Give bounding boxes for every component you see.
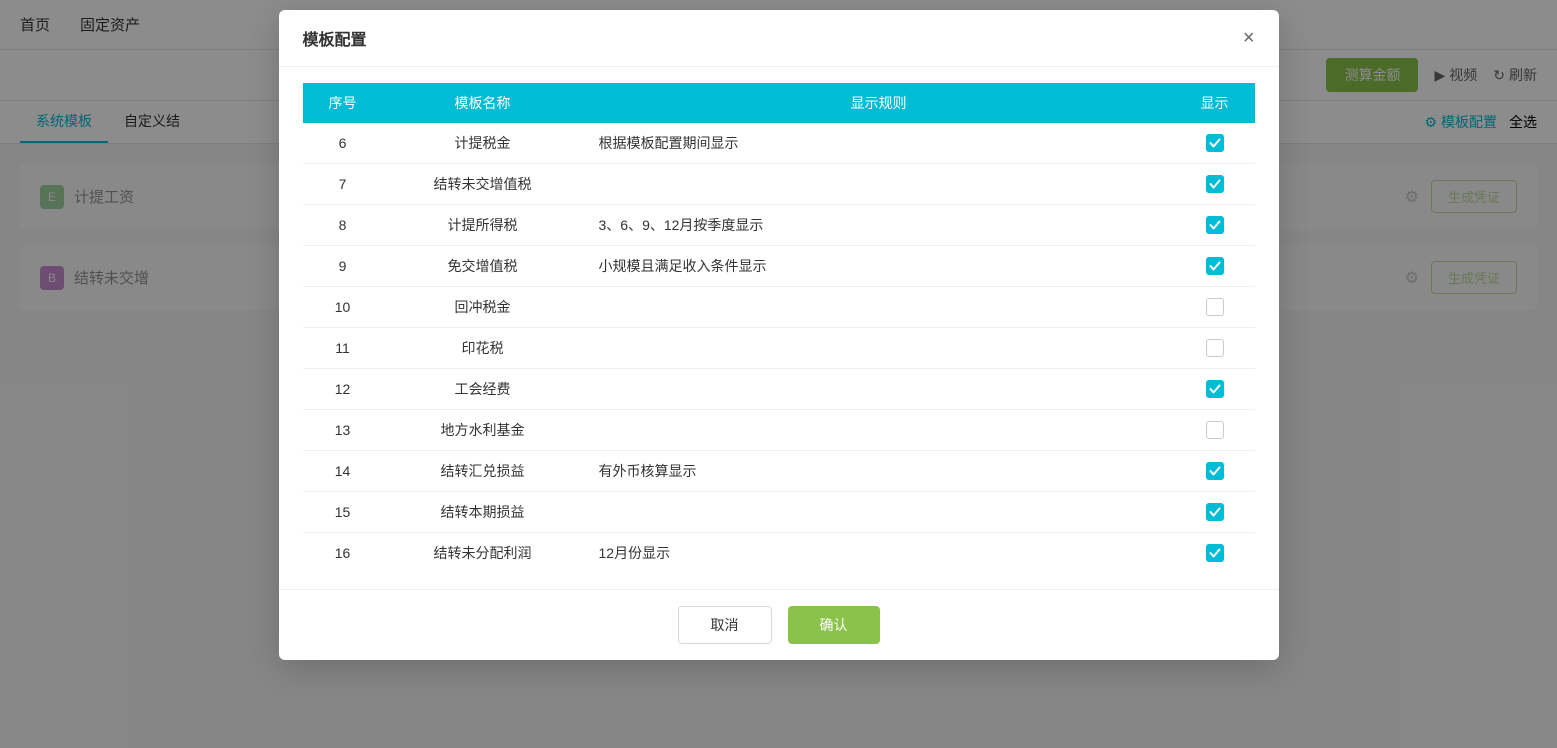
table-row: 7结转未交增值税 — [303, 164, 1255, 205]
table-row: 14结转汇兑损益有外币核算显示 — [303, 451, 1255, 492]
modal-header: 模板配置 × — [279, 10, 1279, 67]
row-check-6 — [1175, 369, 1255, 410]
checkbox-checked-10[interactable] — [1206, 544, 1224, 562]
row-check-0 — [1175, 123, 1255, 164]
table-row: 10回冲税金 — [303, 287, 1255, 328]
table-body: 6计提税金根据模板配置期间显示7结转未交增值税8计提所得税3、6、9、12月按季… — [303, 123, 1255, 573]
checkbox-checked-3[interactable] — [1206, 257, 1224, 275]
row-id-1: 7 — [303, 164, 383, 205]
row-check-2 — [1175, 205, 1255, 246]
table-row: 9免交增值税小规模且满足收入条件显示 — [303, 246, 1255, 287]
row-rule-5 — [583, 328, 1175, 369]
row-id-4: 10 — [303, 287, 383, 328]
row-name-7: 地方水利基金 — [383, 410, 583, 451]
table-row: 15结转本期损益 — [303, 492, 1255, 533]
table-row: 16结转未分配利润12月份显示 — [303, 533, 1255, 574]
row-check-9 — [1175, 492, 1255, 533]
table-row: 8计提所得税3、6、9、12月按季度显示 — [303, 205, 1255, 246]
row-rule-9 — [583, 492, 1175, 533]
checkbox-checked-6[interactable] — [1206, 380, 1224, 398]
cancel-button[interactable]: 取消 — [678, 606, 772, 644]
table-row: 12工会经费 — [303, 369, 1255, 410]
modal-close-button[interactable]: × — [1243, 28, 1255, 48]
checkbox-unchecked-4[interactable] — [1206, 298, 1224, 316]
row-id-7: 13 — [303, 410, 383, 451]
modal-footer: 取消 确认 — [279, 589, 1279, 660]
checkbox-checked-8[interactable] — [1206, 462, 1224, 480]
row-name-8: 结转汇兑损益 — [383, 451, 583, 492]
table-row: 11印花税 — [303, 328, 1255, 369]
row-name-10: 结转未分配利润 — [383, 533, 583, 574]
row-rule-3: 小规模且满足收入条件显示 — [583, 246, 1175, 287]
modal-title: 模板配置 — [303, 26, 367, 50]
row-check-4 — [1175, 287, 1255, 328]
table-header: 序号 模板名称 显示规则 显示 — [303, 83, 1255, 123]
table-row: 6计提税金根据模板配置期间显示 — [303, 123, 1255, 164]
row-name-1: 结转未交增值税 — [383, 164, 583, 205]
row-check-3 — [1175, 246, 1255, 287]
checkbox-unchecked-5[interactable] — [1206, 339, 1224, 357]
row-check-8 — [1175, 451, 1255, 492]
checkbox-checked-1[interactable] — [1206, 175, 1224, 193]
row-rule-4 — [583, 287, 1175, 328]
row-check-10 — [1175, 533, 1255, 574]
modal-overlay: 模板配置 × 序号 模板名称 显示规则 显示 6计提税金根据模板配置期间显示7结… — [0, 0, 1557, 748]
col-header-show: 显示 — [1175, 83, 1255, 123]
checkbox-checked-0[interactable] — [1206, 134, 1224, 152]
checkbox-checked-2[interactable] — [1206, 216, 1224, 234]
confirm-button[interactable]: 确认 — [788, 606, 880, 644]
checkbox-unchecked-7[interactable] — [1206, 421, 1224, 439]
row-name-4: 回冲税金 — [383, 287, 583, 328]
row-id-6: 12 — [303, 369, 383, 410]
row-check-7 — [1175, 410, 1255, 451]
row-name-3: 免交增值税 — [383, 246, 583, 287]
row-rule-2: 3、6、9、12月按季度显示 — [583, 205, 1175, 246]
col-header-name: 模板名称 — [383, 83, 583, 123]
row-rule-10: 12月份显示 — [583, 533, 1175, 574]
row-id-0: 6 — [303, 123, 383, 164]
row-rule-8: 有外币核算显示 — [583, 451, 1175, 492]
config-table: 序号 模板名称 显示规则 显示 6计提税金根据模板配置期间显示7结转未交增值税8… — [303, 83, 1255, 573]
row-name-2: 计提所得税 — [383, 205, 583, 246]
row-id-8: 14 — [303, 451, 383, 492]
row-check-5 — [1175, 328, 1255, 369]
modal-body: 序号 模板名称 显示规则 显示 6计提税金根据模板配置期间显示7结转未交增值税8… — [279, 67, 1279, 589]
row-rule-7 — [583, 410, 1175, 451]
row-rule-0: 根据模板配置期间显示 — [583, 123, 1175, 164]
row-rule-6 — [583, 369, 1175, 410]
row-id-9: 15 — [303, 492, 383, 533]
col-header-id: 序号 — [303, 83, 383, 123]
row-id-2: 8 — [303, 205, 383, 246]
modal-template-config: 模板配置 × 序号 模板名称 显示规则 显示 6计提税金根据模板配置期间显示7结… — [279, 10, 1279, 660]
checkbox-checked-9[interactable] — [1206, 503, 1224, 521]
row-id-5: 11 — [303, 328, 383, 369]
row-rule-1 — [583, 164, 1175, 205]
row-name-9: 结转本期损益 — [383, 492, 583, 533]
row-name-5: 印花税 — [383, 328, 583, 369]
col-header-rule: 显示规则 — [583, 83, 1175, 123]
table-row: 13地方水利基金 — [303, 410, 1255, 451]
row-check-1 — [1175, 164, 1255, 205]
row-id-10: 16 — [303, 533, 383, 574]
row-id-3: 9 — [303, 246, 383, 287]
row-name-0: 计提税金 — [383, 123, 583, 164]
row-name-6: 工会经费 — [383, 369, 583, 410]
